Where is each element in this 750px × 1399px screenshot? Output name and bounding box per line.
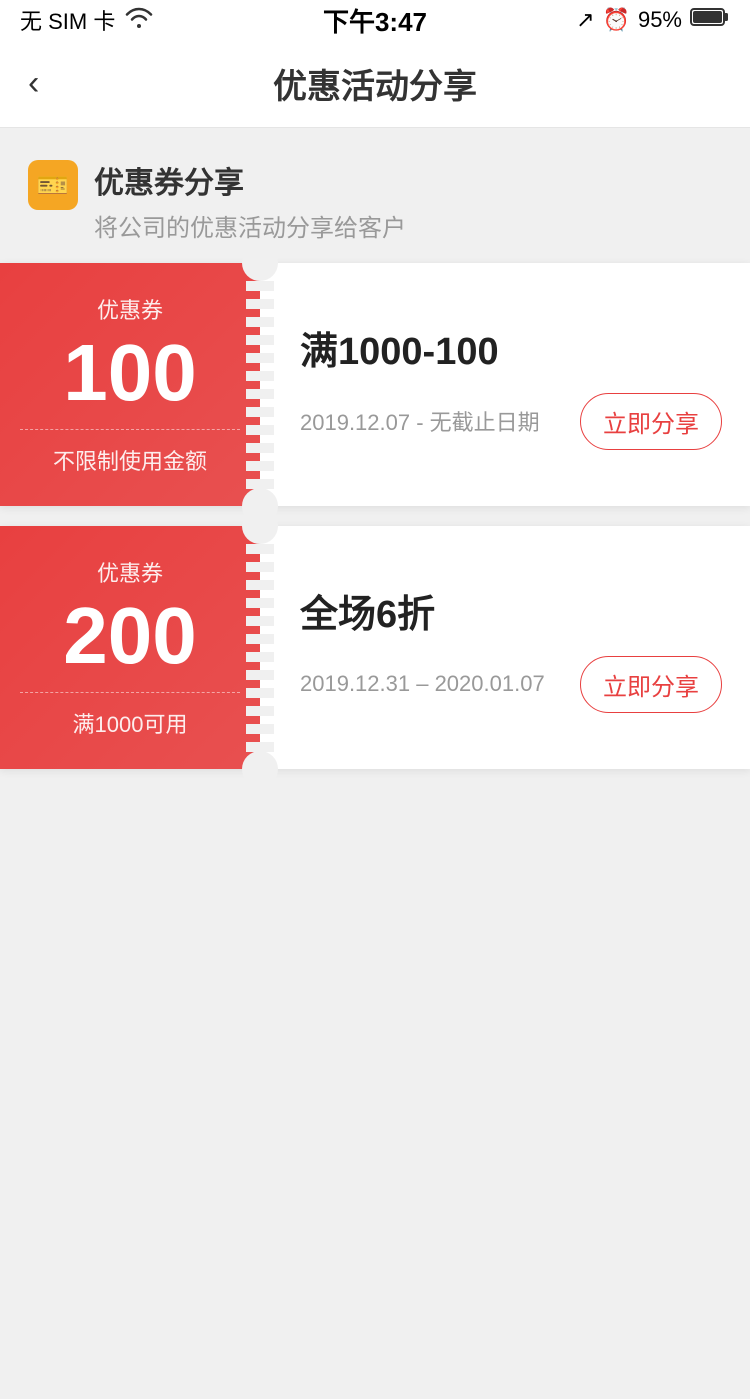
bottom-area [0, 819, 750, 1399]
section-header: 🎫 优惠券分享 将公司的优惠活动分享给客户 [0, 128, 750, 263]
coupon-meta: 2019.12.31 – 2020.01.07 立即分享 [300, 656, 722, 713]
coupon-divider [20, 429, 240, 430]
coupon-left-panel: 优惠券 100 不限制使用金额 [0, 263, 260, 506]
coupon-right-panel: 满1000-100 2019.12.07 - 无截止日期 立即分享 [260, 263, 750, 506]
coupon-card: 优惠券 200 满1000可用 全场6折 2019.12.31 – 2020.0… [0, 526, 750, 769]
coupon-name: 全场6折 [300, 583, 722, 638]
section-title: 优惠券分享 [94, 158, 406, 202]
back-button[interactable]: ‹ [28, 64, 39, 103]
coupon-name: 满1000-100 [300, 320, 722, 375]
coupon-condition: 不限制使用金额 [53, 444, 207, 476]
status-bar: 无 SIM 卡 下午3:47 ↗ ⏰ 95% [0, 0, 750, 40]
coupon-list: 优惠券 100 不限制使用金额 满1000-100 2019.12.07 - 无… [0, 263, 750, 819]
status-right: ↗ ⏰ 95% [576, 6, 730, 34]
coupon-notch-bottom [242, 751, 278, 787]
coupon-condition: 满1000可用 [73, 707, 188, 739]
coupon-emoji-icon: 🎫 [37, 170, 69, 201]
coupon-date: 2019.12.31 – 2020.01.07 [300, 671, 570, 697]
battery-icon [690, 6, 730, 34]
status-left: 无 SIM 卡 [20, 4, 153, 36]
coupon-left-panel: 优惠券 200 满1000可用 [0, 526, 260, 769]
status-time: 下午3:47 [323, 2, 427, 39]
coupon-amount: 200 [63, 596, 196, 676]
coupon-type-label: 优惠券 [97, 556, 163, 588]
coupon-right-panel: 全场6折 2019.12.31 – 2020.01.07 立即分享 [260, 526, 750, 769]
share-button[interactable]: 立即分享 [580, 393, 722, 450]
coupon-date: 2019.12.07 - 无截止日期 [300, 405, 570, 437]
battery-percent: 95% [638, 7, 682, 33]
nav-bar: ‹ 优惠活动分享 [0, 40, 750, 128]
alarm-icon: ⏰ [603, 7, 630, 33]
coupon-notch-top [242, 508, 278, 544]
coupon-amount: 100 [63, 333, 196, 413]
carrier-text: 无 SIM 卡 [20, 4, 115, 36]
coupon-meta: 2019.12.07 - 无截止日期 立即分享 [300, 393, 722, 450]
section-text: 优惠券分享 将公司的优惠活动分享给客户 [94, 158, 406, 243]
coupon-card: 优惠券 100 不限制使用金额 满1000-100 2019.12.07 - 无… [0, 263, 750, 506]
share-button[interactable]: 立即分享 [580, 656, 722, 713]
section-subtitle: 将公司的优惠活动分享给客户 [94, 208, 406, 243]
coupon-notch-top [242, 245, 278, 281]
location-icon: ↗ [576, 7, 594, 33]
section-icon: 🎫 [28, 160, 78, 210]
coupon-divider [20, 692, 240, 693]
wifi-icon [125, 6, 153, 34]
coupon-type-label: 优惠券 [97, 293, 163, 325]
page-title: 优惠活动分享 [273, 59, 477, 108]
